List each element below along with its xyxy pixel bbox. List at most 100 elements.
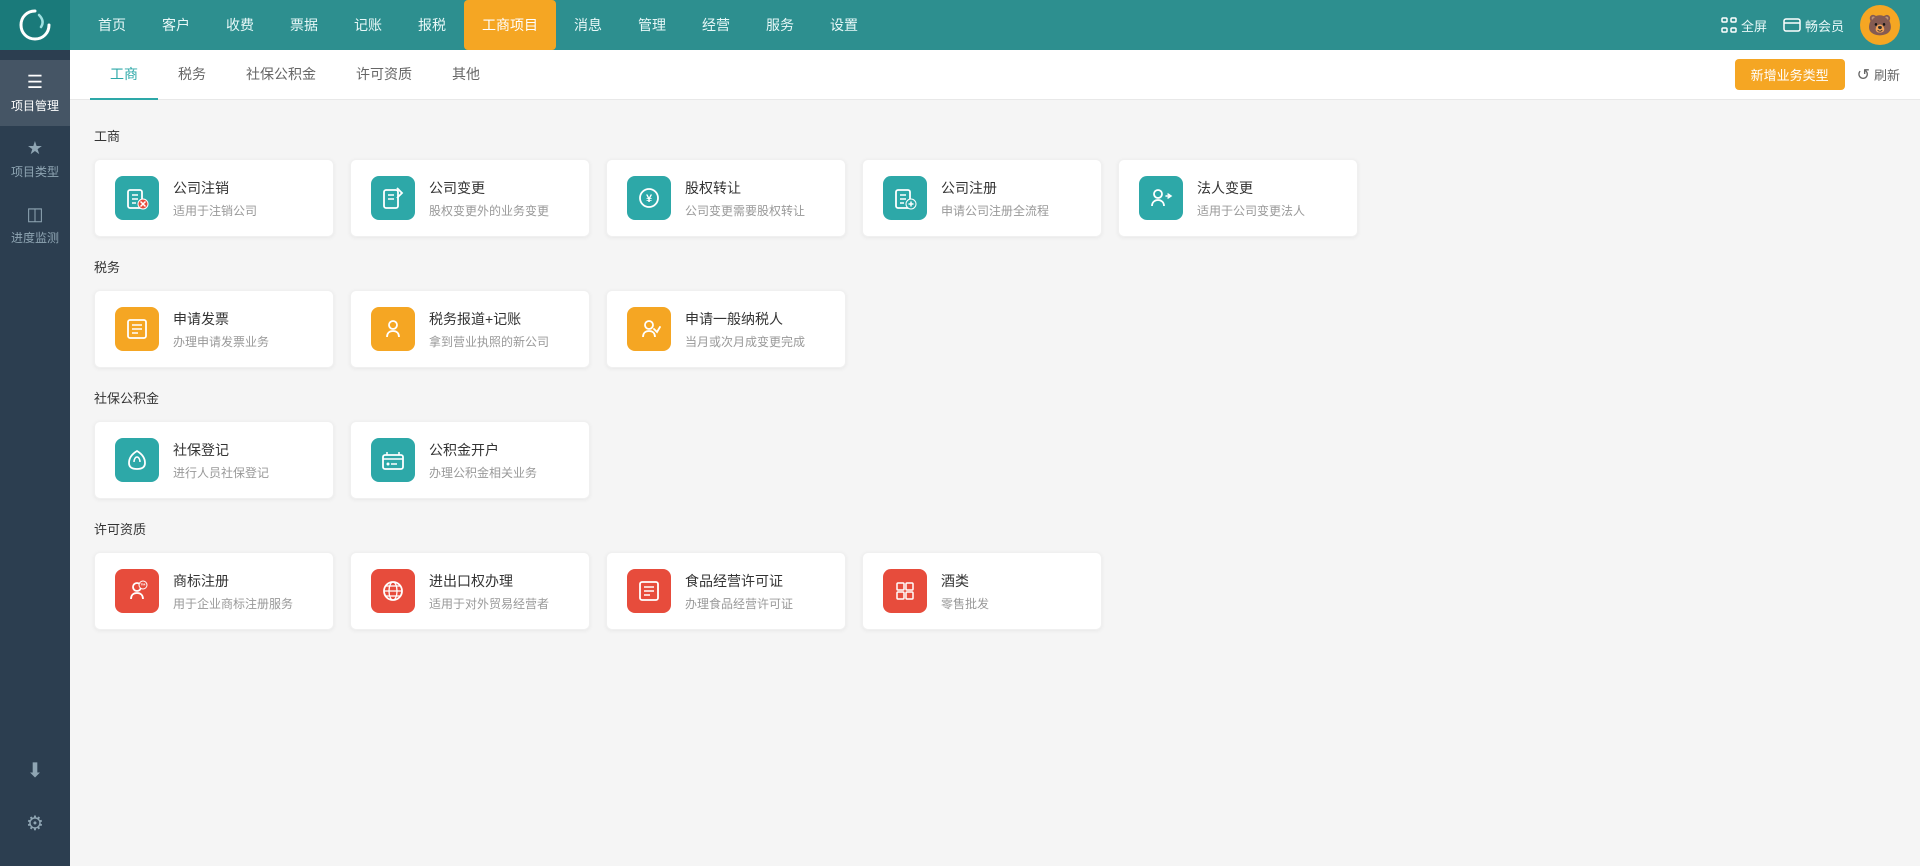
section-gongshang: 工商 <box>94 126 1896 237</box>
card-text-company-register: 公司注册 申请公司注册全流程 <box>941 178 1049 219</box>
card-grid-shebao: 社保登记 进行人员社保登记 <box>94 421 1896 499</box>
scroll-content[interactable]: 工商 <box>70 100 1920 866</box>
refresh-button[interactable]: ↺ 刷新 <box>1857 65 1900 85</box>
card-name-legal-person-change: 法人变更 <box>1197 178 1305 198</box>
card-trademark-register[interactable]: ™ 商标注册 用于企业商标注册服务 <box>94 552 334 630</box>
tab-shebao[interactable]: 社保公积金 <box>226 50 336 100</box>
nav-item-管理[interactable]: 管理 <box>620 0 684 50</box>
svg-text:¥: ¥ <box>646 193 653 205</box>
card-company-cancel[interactable]: 公司注销 适用于注销公司 <box>94 159 334 237</box>
card-general-taxpayer[interactable]: 申请一般纳税人 当月或次月成变更完成 <box>606 290 846 368</box>
card-desc-general-taxpayer: 当月或次月成变更完成 <box>685 333 805 350</box>
card-text-import-export: 进出口权办理 适用于对外贸易经营者 <box>429 571 549 612</box>
card-text-social-insurance: 社保登记 进行人员社保登记 <box>173 440 269 481</box>
card-desc-liquor: 零售批发 <box>941 595 989 612</box>
card-desc-company-cancel: 适用于注销公司 <box>173 202 257 219</box>
card-provident-fund[interactable]: 公积金开户 办理公积金相关业务 <box>350 421 590 499</box>
card-name-company-register: 公司注册 <box>941 178 1049 198</box>
download-icon[interactable]: ⬇ <box>0 748 70 793</box>
card-company-change[interactable]: 公司变更 股权变更外的业务变更 <box>350 159 590 237</box>
card-apply-invoice[interactable]: 申请发票 办理申请发票业务 <box>94 290 334 368</box>
member-btn[interactable]: 畅会员 <box>1783 16 1844 35</box>
card-desc-import-export: 适用于对外贸易经营者 <box>429 595 549 612</box>
tab-right-actions: 新增业务类型 ↺ 刷新 <box>1735 59 1900 90</box>
nav-item-经营[interactable]: 经营 <box>684 0 748 50</box>
new-business-type-button[interactable]: 新增业务类型 <box>1735 59 1845 90</box>
card-liquor[interactable]: 酒类 零售批发 <box>862 552 1102 630</box>
settings-icon[interactable]: ⚙ <box>0 801 70 846</box>
mascot-avatar: 🐻 <box>1860 5 1900 45</box>
card-name-trademark-register: 商标注册 <box>173 571 293 591</box>
nav-item-记账[interactable]: 记账 <box>336 0 400 50</box>
nav-item-客户[interactable]: 客户 <box>144 0 208 50</box>
card-company-register[interactable]: 公司注册 申请公司注册全流程 <box>862 159 1102 237</box>
card-icon-provident-fund <box>371 438 415 482</box>
sidebar-item-label: 进度监测 <box>11 229 59 246</box>
card-food-license[interactable]: 食品经营许可证 办理食品经营许可证 <box>606 552 846 630</box>
card-desc-company-register: 申请公司注册全流程 <box>941 202 1049 219</box>
card-tax-report-bookkeeping[interactable]: 税务报道+记账 拿到营业执照的新公司 <box>350 290 590 368</box>
card-text-trademark-register: 商标注册 用于企业商标注册服务 <box>173 571 293 612</box>
sidebar-item-project-management[interactable]: ☰ 项目管理 <box>0 60 70 126</box>
svg-text:™: ™ <box>140 583 146 590</box>
tab-other[interactable]: 其他 <box>432 50 500 100</box>
nav-item-首页[interactable]: 首页 <box>80 0 144 50</box>
top-navigation: 首页客户收费票据记账报税工商项目消息管理经营服务设置 全屏 畅会员 🐻 <box>0 0 1920 50</box>
card-desc-trademark-register: 用于企业商标注册服务 <box>173 595 293 612</box>
card-icon-food-license <box>627 569 671 613</box>
section-title-gongshang: 工商 <box>94 126 1896 145</box>
sidebar-item-progress-monitor[interactable]: ◫ 进度监测 <box>0 192 70 258</box>
card-name-general-taxpayer: 申请一般纳税人 <box>685 309 805 329</box>
content-area: 工商 税务 社保公积金 许可资质 其他 新增业务类型 ↺ 刷新 工商 <box>70 50 1920 866</box>
section-shebao: 社保公积金 社保登记 进行人员社保登记 <box>94 388 1896 499</box>
card-desc-tax-report: 拿到营业执照的新公司 <box>429 333 549 350</box>
card-name-tax-report: 税务报道+记账 <box>429 309 549 329</box>
sidebar-item-label: 项目管理 <box>11 97 59 114</box>
section-title-xuke: 许可资质 <box>94 519 1896 538</box>
section-title-shebao: 社保公积金 <box>94 388 1896 407</box>
card-grid-xuke: ™ 商标注册 用于企业商标注册服务 <box>94 552 1896 630</box>
card-text-tax-report: 税务报道+记账 拿到营业执照的新公司 <box>429 309 549 350</box>
nav-item-设置[interactable]: 设置 <box>812 0 876 50</box>
card-name-equity-transfer: 股权转让 <box>685 178 805 198</box>
project-management-icon: ☰ <box>27 72 43 93</box>
sidebar-item-label: 项目类型 <box>11 163 59 180</box>
nav-item-票据[interactable]: 票据 <box>272 0 336 50</box>
fullscreen-btn[interactable]: 全屏 <box>1721 16 1767 35</box>
card-icon-liquor <box>883 569 927 613</box>
section-shuiwu: 税务 申请发票 办理申请发票业 <box>94 257 1896 368</box>
nav-item-工商项目[interactable]: 工商项目 <box>464 0 556 50</box>
card-icon-apply-invoice <box>115 307 159 351</box>
nav-item-服务[interactable]: 服务 <box>748 0 812 50</box>
card-equity-transfer[interactable]: ¥ 股权转让 公司变更需要股权转让 <box>606 159 846 237</box>
card-text-provident-fund: 公积金开户 办理公积金相关业务 <box>429 440 537 481</box>
card-social-insurance[interactable]: 社保登记 进行人员社保登记 <box>94 421 334 499</box>
card-text-equity-transfer: 股权转让 公司变更需要股权转让 <box>685 178 805 219</box>
card-desc-apply-invoice: 办理申请发票业务 <box>173 333 269 350</box>
card-legal-person-change[interactable]: 法人变更 适用于公司变更法人 <box>1118 159 1358 237</box>
logo-area <box>0 0 70 50</box>
card-name-provident-fund: 公积金开户 <box>429 440 537 460</box>
card-icon-tax-report <box>371 307 415 351</box>
card-desc-company-change: 股权变更外的业务变更 <box>429 202 549 219</box>
tab-shuiwu[interactable]: 税务 <box>158 50 226 100</box>
nav-items: 首页客户收费票据记账报税工商项目消息管理经营服务设置 <box>70 0 1721 50</box>
main-layout: ☰ 项目管理 ★ 项目类型 ◫ 进度监测 ⬇ ⚙ 工商 税务 社保公积金 许可资… <box>0 50 1920 866</box>
project-type-icon: ★ <box>27 138 43 159</box>
nav-item-报税[interactable]: 报税 <box>400 0 464 50</box>
card-import-export[interactable]: 进出口权办理 适用于对外贸易经营者 <box>350 552 590 630</box>
card-text-general-taxpayer: 申请一般纳税人 当月或次月成变更完成 <box>685 309 805 350</box>
section-xuke: 许可资质 ™ 商标注册 用于企业 <box>94 519 1896 630</box>
tab-xuke[interactable]: 许可资质 <box>336 50 432 100</box>
card-text-food-license: 食品经营许可证 办理食品经营许可证 <box>685 571 793 612</box>
nav-item-收费[interactable]: 收费 <box>208 0 272 50</box>
nav-item-消息[interactable]: 消息 <box>556 0 620 50</box>
card-desc-social-insurance: 进行人员社保登记 <box>173 464 269 481</box>
card-name-apply-invoice: 申请发票 <box>173 309 269 329</box>
card-desc-food-license: 办理食品经营许可证 <box>685 595 793 612</box>
card-desc-provident-fund: 办理公积金相关业务 <box>429 464 537 481</box>
card-name-liquor: 酒类 <box>941 571 989 591</box>
sidebar-item-project-type[interactable]: ★ 项目类型 <box>0 126 70 192</box>
tab-gongshang[interactable]: 工商 <box>90 50 158 100</box>
card-grid-gongshang: 公司注销 适用于注销公司 <box>94 159 1896 237</box>
